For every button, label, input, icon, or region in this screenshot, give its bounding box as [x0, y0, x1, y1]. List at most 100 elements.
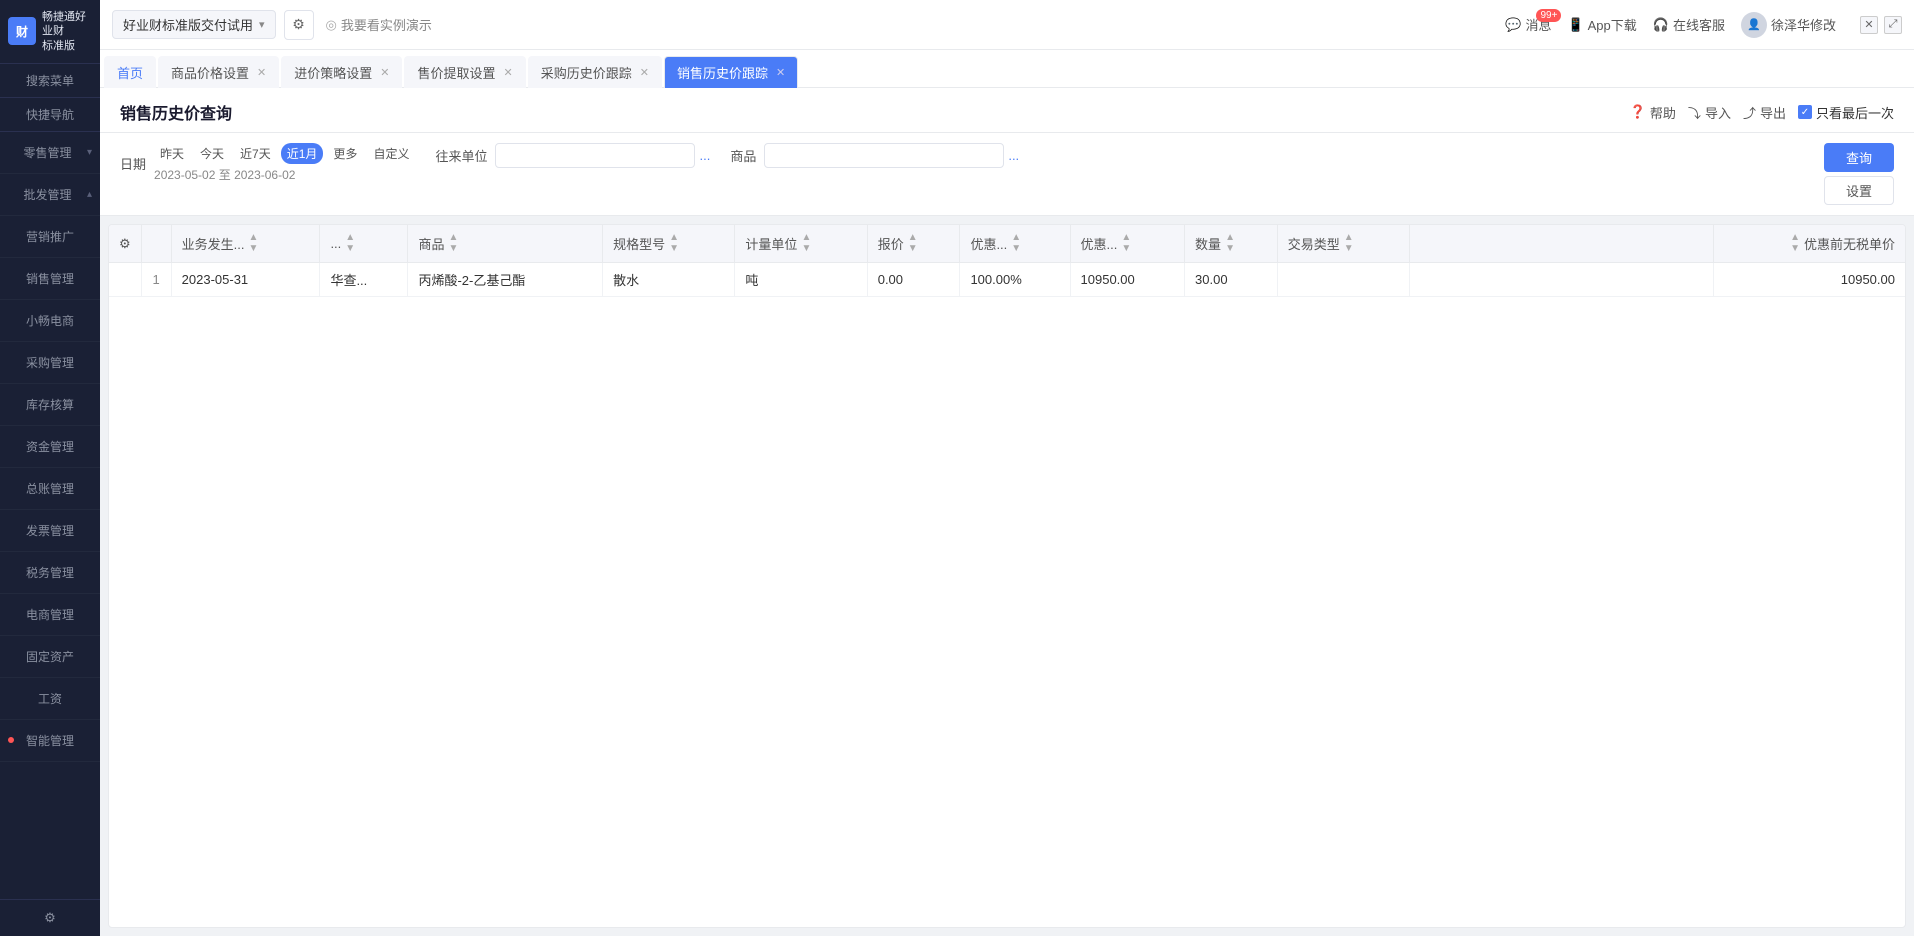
- topbar: 好业财标准版交付试用 ▾ ⚙ ◎ 我要看实例演示 💬 消息 99+ 📱 App下…: [100, 0, 1914, 50]
- sidebar-item-smart[interactable]: 智能管理: [0, 720, 100, 762]
- help-icon: ❓: [1630, 104, 1646, 120]
- th-pretax-price[interactable]: ▲▼ 优惠前无税单价: [1714, 225, 1905, 263]
- sidebar-item-inventory[interactable]: 库存核算: [0, 384, 100, 426]
- tab-price-label: 商品价格设置: [171, 63, 249, 82]
- page-header: 销售历史价查询 ❓ 帮助 ⤵ 导入 ⤴ 导出 ✓: [100, 88, 1914, 133]
- sidebar-item-retail[interactable]: 零售管理 ▾: [0, 132, 100, 174]
- sidebar-nav: 零售管理 ▾ 批发管理 ▴ 营销推广 销售管理 小畅电商 采购管理 库存核算 资…: [0, 132, 100, 899]
- sort-icon: ▲▼: [1011, 233, 1021, 254]
- th-price[interactable]: 报价 ▲▼: [867, 225, 960, 263]
- message-icon: 💬: [1505, 17, 1521, 33]
- demo-link[interactable]: ◎ 我要看实例演示: [326, 15, 432, 34]
- sidebar-item-marketing[interactable]: 营销推广: [0, 216, 100, 258]
- date-opt-more[interactable]: 更多: [327, 143, 363, 164]
- th-biz-date[interactable]: 业务发生... ▲▼: [171, 225, 320, 263]
- sort-icon: ▲▼: [1225, 233, 1235, 254]
- sidebar-settings-btn[interactable]: ⚙: [0, 899, 100, 936]
- headset-icon: 🎧: [1653, 17, 1669, 33]
- date-opt-yesterday[interactable]: 昨天: [154, 143, 190, 164]
- date-opt-last1m[interactable]: 近1月: [281, 143, 324, 164]
- tab-purchase-history[interactable]: 采购历史价跟踪 ✕: [528, 56, 662, 88]
- logo-icon: 财: [8, 17, 36, 45]
- tab-sales-history-label: 销售历史价跟踪: [677, 63, 768, 82]
- export-btn[interactable]: ⤴ 导出: [1743, 103, 1786, 122]
- sidebar-item-ecommerce-small[interactable]: 小畅电商: [0, 300, 100, 342]
- sidebar-item-sales[interactable]: 销售管理: [0, 258, 100, 300]
- page-title: 销售历史价查询: [120, 100, 232, 124]
- phone-icon: 📱: [1567, 17, 1583, 33]
- sidebar: 财 畅捷通好业财 标准版 搜索菜单 快捷导航 零售管理 ▾ 批发管理 ▴ 营销推…: [0, 0, 100, 936]
- module-select[interactable]: 好业财标准版交付试用 ▾: [112, 10, 276, 39]
- sidebar-search[interactable]: 搜索菜单: [0, 64, 100, 98]
- sidebar-item-salary[interactable]: 工资: [0, 678, 100, 720]
- date-filter-group: 日期 昨天 今天 近7天 近1月 更多 自定义 2023-05-02 至 202…: [120, 143, 415, 183]
- maximize-window-btn[interactable]: ⤢: [1884, 16, 1902, 34]
- sidebar-logo: 财 畅捷通好业财 标准版: [0, 0, 100, 64]
- partner-input[interactable]: [495, 143, 695, 168]
- import-btn[interactable]: ⤵ 导入: [1688, 103, 1731, 122]
- notifications-btn[interactable]: 💬 消息 99+: [1505, 15, 1551, 34]
- th-unit[interactable]: 计量单位 ▲▼: [735, 225, 867, 263]
- window-controls: ✕ ⤢: [1860, 16, 1902, 34]
- th-spec[interactable]: 规格型号 ▲▼: [603, 225, 735, 263]
- th-discount2[interactable]: 优惠... ▲▼: [1070, 225, 1185, 263]
- tabs-bar: 首页 商品价格设置 ✕ 进价策略设置 ✕ 售价提取设置 ✕ 采购历史价跟踪 ✕ …: [100, 50, 1914, 88]
- app-download-btn[interactable]: 📱 App下载: [1567, 15, 1636, 34]
- online-service-btn[interactable]: 🎧 在线客服: [1653, 15, 1725, 34]
- tab-home[interactable]: 首页: [104, 56, 156, 88]
- th-gear[interactable]: ⚙: [109, 225, 141, 263]
- query-button[interactable]: 查询: [1824, 143, 1894, 172]
- goods-input[interactable]: [764, 143, 1004, 168]
- date-opt-custom[interactable]: 自定义: [367, 143, 415, 164]
- main-content: 好业财标准版交付试用 ▾ ⚙ ◎ 我要看实例演示 💬 消息 99+ 📱 App下…: [100, 0, 1914, 936]
- th-col3[interactable]: ... ▲▼: [320, 225, 408, 263]
- tab-sales-history[interactable]: 销售历史价跟踪 ✕: [664, 56, 798, 88]
- partner-input-group: ...: [495, 143, 710, 168]
- user-menu-btn[interactable]: 👤 徐泽华修改: [1741, 12, 1836, 38]
- sort-icon: ▲▼: [1121, 233, 1131, 254]
- sort-icon: ▲▼: [801, 233, 811, 254]
- date-opt-last7[interactable]: 近7天: [234, 143, 277, 164]
- tab-sale-extract[interactable]: 售价提取设置 ✕: [404, 56, 525, 88]
- tab-price[interactable]: 商品价格设置 ✕: [158, 56, 279, 88]
- sidebar-item-fixed-assets[interactable]: 固定资产: [0, 636, 100, 678]
- partner-filter-label: 往来单位: [435, 146, 487, 165]
- settings-button[interactable]: 设置: [1824, 176, 1894, 205]
- date-options: 昨天 今天 近7天 近1月 更多 自定义: [154, 143, 415, 164]
- topbar-settings-button[interactable]: ⚙: [284, 10, 314, 40]
- th-discount1[interactable]: 优惠... ▲▼: [960, 225, 1070, 263]
- tab-close-purchase-history[interactable]: ✕: [640, 66, 649, 79]
- tab-close-price[interactable]: ✕: [257, 66, 266, 79]
- date-opt-today[interactable]: 今天: [194, 143, 230, 164]
- sidebar-quick-nav[interactable]: 快捷导航: [0, 98, 100, 132]
- th-qty[interactable]: 数量 ▲▼: [1185, 225, 1278, 263]
- help-btn[interactable]: ❓ 帮助: [1630, 103, 1676, 122]
- tab-close-purchase-strategy[interactable]: ✕: [380, 66, 389, 79]
- close-window-btn[interactable]: ✕: [1860, 16, 1878, 34]
- partner-more-btn[interactable]: ...: [699, 148, 710, 163]
- content-area: 销售历史价查询 ❓ 帮助 ⤵ 导入 ⤴ 导出 ✓: [100, 88, 1914, 936]
- sort-icon: ▲▼: [249, 233, 259, 254]
- sidebar-item-purchase[interactable]: 采购管理: [0, 342, 100, 384]
- filter-actions: 查询 设置: [1824, 143, 1894, 205]
- tab-purchase-strategy[interactable]: 进价策略设置 ✕: [281, 56, 402, 88]
- sidebar-item-tax[interactable]: 税务管理: [0, 552, 100, 594]
- tab-sale-extract-label: 售价提取设置: [417, 63, 495, 82]
- th-trade-type[interactable]: 交易类型 ▲▼: [1277, 225, 1409, 263]
- sidebar-item-wholesale[interactable]: 批发管理 ▴: [0, 174, 100, 216]
- goods-more-btn[interactable]: ...: [1008, 148, 1019, 163]
- sidebar-item-invoice[interactable]: 发票管理: [0, 510, 100, 552]
- chevron-down-icon: ▾: [259, 18, 265, 31]
- row-spec: 散水: [603, 263, 735, 297]
- tab-close-sales-history[interactable]: ✕: [776, 66, 785, 79]
- only-last-checkbox[interactable]: ✓ 只看最后一次: [1798, 103, 1894, 122]
- sidebar-item-ecommerce[interactable]: 电商管理: [0, 594, 100, 636]
- sidebar-item-capital[interactable]: 资金管理: [0, 426, 100, 468]
- chevron-down-icon: ▾: [87, 147, 92, 158]
- sidebar-item-general-ledger[interactable]: 总账管理: [0, 468, 100, 510]
- row-discount1: 100.00%: [960, 263, 1070, 297]
- sort-icon: ▲▼: [1790, 233, 1800, 254]
- tab-close-sale-extract[interactable]: ✕: [504, 66, 513, 79]
- gear-icon: ⚙: [292, 16, 305, 33]
- th-goods[interactable]: 商品 ▲▼: [408, 225, 603, 263]
